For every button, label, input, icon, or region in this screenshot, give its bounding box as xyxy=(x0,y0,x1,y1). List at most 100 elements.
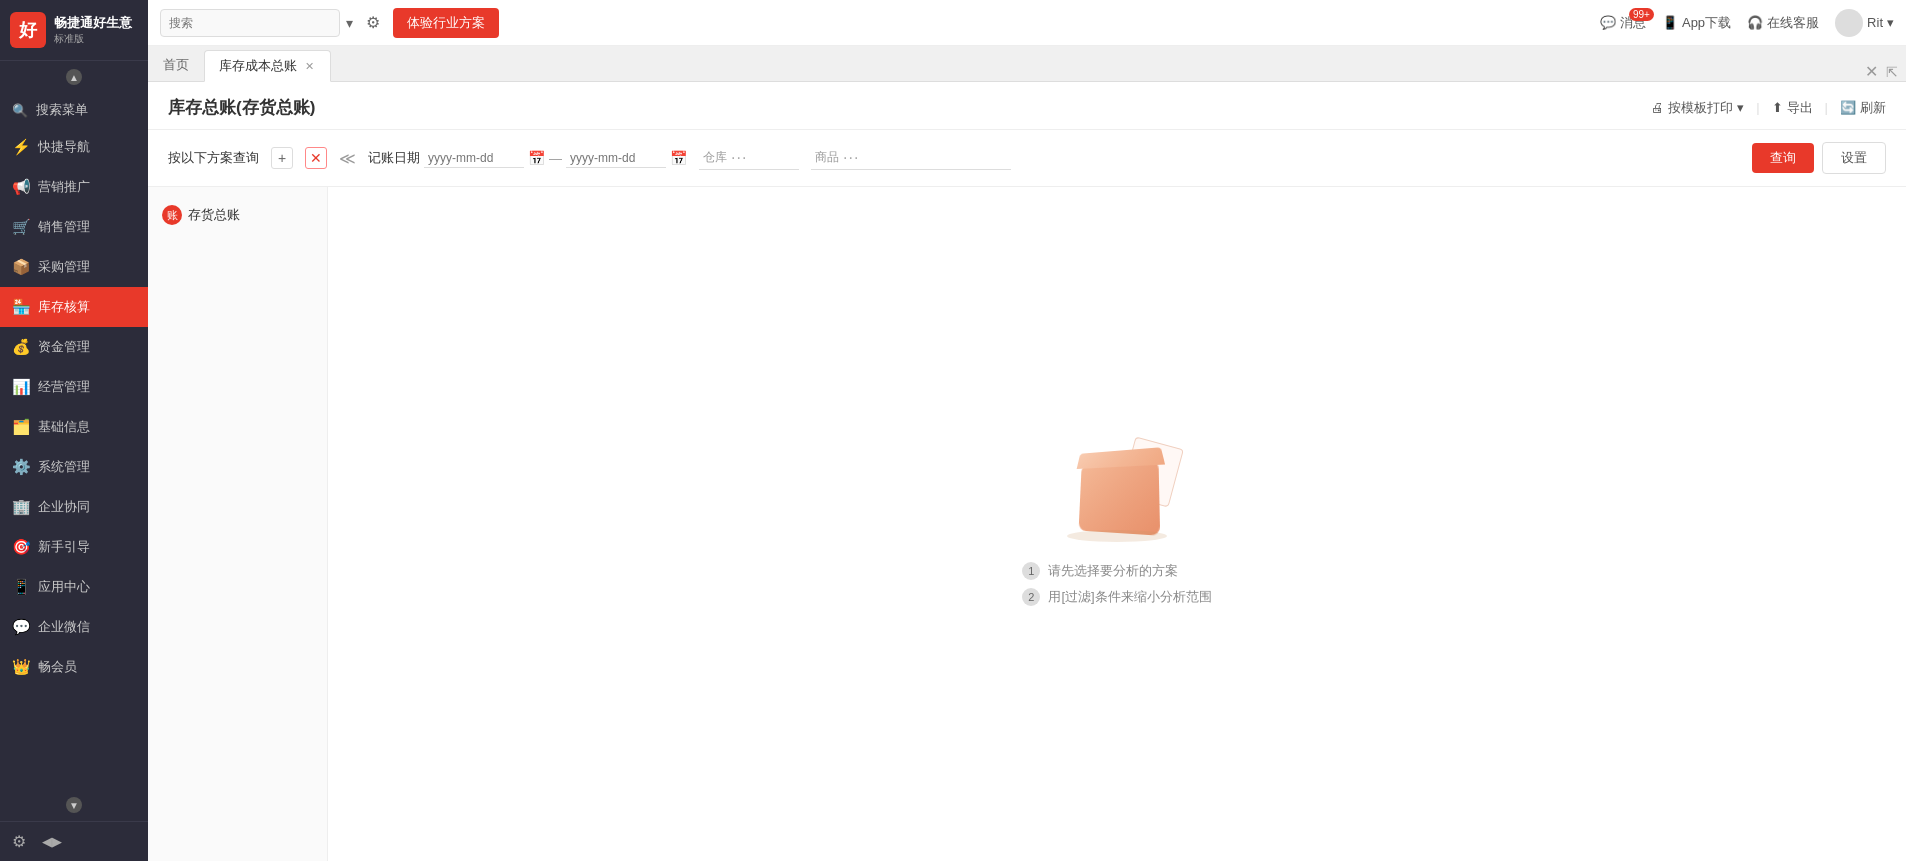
user-name: Rit xyxy=(1867,15,1883,30)
warehouse-selector[interactable]: 仓库 ··· xyxy=(699,147,799,170)
sidebar-item-label: 销售管理 xyxy=(38,218,90,236)
app-edition: 标准版 xyxy=(54,32,132,46)
marketing-icon: 📢 xyxy=(12,178,30,196)
date-end-input[interactable] xyxy=(566,149,666,168)
logo-area: 好 畅捷通好生意 标准版 xyxy=(0,0,148,61)
filter-label: 按以下方案查询 xyxy=(168,149,259,167)
date-label: 记账日期 xyxy=(368,149,420,167)
sidebar-item-finance[interactable]: 💰 资金管理 xyxy=(0,327,148,367)
search-icon: 🔍 xyxy=(12,103,28,118)
sidebar-item-operations[interactable]: 📊 经营管理 xyxy=(0,367,148,407)
tab-home[interactable]: 首页 xyxy=(148,49,204,81)
empty-tip-2: 2 用[过滤]条件来缩小分析范围 xyxy=(1022,588,1211,606)
scroll-up-btn[interactable]: ▲ xyxy=(66,69,82,85)
sidebar-item-basic[interactable]: 🗂️ 基础信息 xyxy=(0,407,148,447)
sidebar-item-member[interactable]: 👑 畅会员 xyxy=(0,647,148,687)
query-btn[interactable]: 查询 xyxy=(1752,143,1814,173)
warehouse-more-icon[interactable]: ··· xyxy=(731,149,747,167)
empty-shadow xyxy=(1067,530,1167,542)
filter-collapse-btn[interactable]: ≪ xyxy=(339,149,356,168)
sidebar-item-label: 营销推广 xyxy=(38,178,90,196)
tabbar: 首页 库存成本总账 ✕ ✕ ⇱ xyxy=(148,46,1906,82)
system-icon: ⚙️ xyxy=(12,458,30,476)
product-more-icon[interactable]: ··· xyxy=(843,149,859,167)
sidebar-item-guide[interactable]: 🎯 新手引导 xyxy=(0,527,148,567)
message-icon: 💬 xyxy=(1600,15,1616,30)
sidebar-item-quick-nav[interactable]: ⚡ 快捷导航 xyxy=(0,127,148,167)
print-template-btn[interactable]: 🖨 按模板打印 ▾ xyxy=(1651,99,1744,117)
tab-inventory-ledger-label: 库存成本总账 xyxy=(219,57,297,75)
sidebar-item-label: 资金管理 xyxy=(38,338,90,356)
online-service-btn[interactable]: 🎧 在线客服 xyxy=(1747,14,1819,32)
sidebar-item-label: 新手引导 xyxy=(38,538,90,556)
topbar-search-area: ▾ ⚙ 体验行业方案 xyxy=(160,8,1592,38)
phone-icon: 📱 xyxy=(1662,15,1678,30)
apps-icon: 📱 xyxy=(12,578,30,596)
topbar-right: 💬 消息 99+ 📱 App下载 🎧 在线客服 Rit ▾ xyxy=(1600,9,1894,37)
collapse-sidebar-btn[interactable]: ◀▶ xyxy=(42,834,62,849)
app-download-label: App下载 xyxy=(1682,14,1731,32)
date-field: 记账日期 📅 — 📅 xyxy=(368,149,687,168)
sidebar-item-wechat[interactable]: 💬 企业微信 xyxy=(0,607,148,647)
messages-btn[interactable]: 💬 消息 99+ xyxy=(1600,14,1646,32)
print-template-label: 按模板打印 xyxy=(1668,99,1733,117)
sidebar-item-enterprise[interactable]: 🏢 企业协同 xyxy=(0,487,148,527)
logo-icon: 好 xyxy=(10,12,46,48)
search-menu-label: 搜索菜单 xyxy=(36,101,88,119)
search-menu-item[interactable]: 🔍 搜索菜单 xyxy=(0,93,148,127)
sidebar-item-system[interactable]: ⚙️ 系统管理 xyxy=(0,447,148,487)
industry-btn[interactable]: 体验行业方案 xyxy=(393,8,499,38)
sidebar-item-marketing[interactable]: 📢 营销推广 xyxy=(0,167,148,207)
refresh-icon: 🔄 xyxy=(1840,100,1856,115)
warehouse-label: 仓库 xyxy=(703,149,727,166)
enterprise-icon: 🏢 xyxy=(12,498,30,516)
settings-btn[interactable]: 设置 xyxy=(1822,142,1886,174)
empty-tips: 1 请先选择要分析的方案 2 用[过滤]条件来缩小分析范围 xyxy=(1022,562,1211,606)
topbar-search-input[interactable] xyxy=(160,9,340,37)
sidebar-nav: ⚡ 快捷导航 📢 营销推广 🛒 销售管理 📦 采购管理 🏪 库存核算 💰 资金管… xyxy=(0,127,148,789)
tab-inventory-ledger[interactable]: 库存成本总账 ✕ xyxy=(204,50,331,82)
export-btn[interactable]: ⬆ 导出 xyxy=(1772,99,1813,117)
user-dropdown-icon: ▾ xyxy=(1887,15,1894,30)
settings-icon[interactable]: ⚙ xyxy=(12,832,26,851)
product-selector[interactable]: 商品 ··· xyxy=(811,147,1011,170)
app-download-btn[interactable]: 📱 App下载 xyxy=(1662,14,1731,32)
sidebar-item-label: 应用中心 xyxy=(38,578,90,596)
filter-bar: 按以下方案查询 + ✕ ≪ 记账日期 📅 — 📅 仓库 ··· 商品 ··· xyxy=(148,130,1906,187)
export-label: 导出 xyxy=(1787,99,1813,117)
main-content: ▾ ⚙ 体验行业方案 💬 消息 99+ 📱 App下载 🎧 在线客服 Rit ▾ xyxy=(148,0,1906,861)
sidebar: 好 畅捷通好生意 标准版 ▲ 🔍 搜索菜单 ⚡ 快捷导航 📢 营销推广 🛒 销售… xyxy=(0,0,148,861)
sidebar-item-inventory[interactable]: 🏪 库存核算 xyxy=(0,287,148,327)
user-menu[interactable]: Rit ▾ xyxy=(1835,9,1894,37)
print-dropdown-icon: ▾ xyxy=(1737,100,1744,115)
refresh-btn[interactable]: 🔄 刷新 xyxy=(1840,99,1886,117)
export-icon: ⬆ xyxy=(1772,100,1783,115)
empty-tip-1-text: 请先选择要分析的方案 xyxy=(1048,562,1178,580)
basic-icon: 🗂️ xyxy=(12,418,30,436)
tab-close-btn[interactable]: ✕ xyxy=(303,59,316,74)
sidebar-item-label: 系统管理 xyxy=(38,458,90,476)
tab-home-label: 首页 xyxy=(163,56,189,74)
quick-nav-icon: ⚡ xyxy=(12,138,30,156)
sidebar-item-label: 畅会员 xyxy=(38,658,77,676)
sidebar-item-label: 快捷导航 xyxy=(38,138,90,156)
sidebar-item-purchase[interactable]: 📦 采购管理 xyxy=(0,247,148,287)
sidebar-item-sales[interactable]: 🛒 销售管理 xyxy=(0,207,148,247)
sidebar-item-apps[interactable]: 📱 应用中心 xyxy=(0,567,148,607)
topbar-dropdown-icon[interactable]: ▾ xyxy=(346,15,353,31)
filter-clear-btn[interactable]: ✕ xyxy=(305,147,327,169)
calendar-end-icon[interactable]: 📅 xyxy=(670,150,687,166)
avatar xyxy=(1835,9,1863,37)
sidebar-item-label: 采购管理 xyxy=(38,258,90,276)
resize-btn[interactable]: ⇱ xyxy=(1886,64,1898,80)
date-start-input[interactable] xyxy=(424,149,524,168)
close-panel-btn[interactable]: ✕ xyxy=(1865,62,1878,81)
page-title: 库存总账(存货总账) xyxy=(168,96,315,119)
scroll-down-btn[interactable]: ▼ xyxy=(66,797,82,813)
filter-add-btn[interactable]: + xyxy=(271,147,293,169)
topbar-gear-icon[interactable]: ⚙ xyxy=(359,9,387,37)
member-icon: 👑 xyxy=(12,658,30,676)
empty-tip-1: 1 请先选择要分析的方案 xyxy=(1022,562,1211,580)
calendar-start-icon[interactable]: 📅 xyxy=(528,150,545,166)
sales-icon: 🛒 xyxy=(12,218,30,236)
